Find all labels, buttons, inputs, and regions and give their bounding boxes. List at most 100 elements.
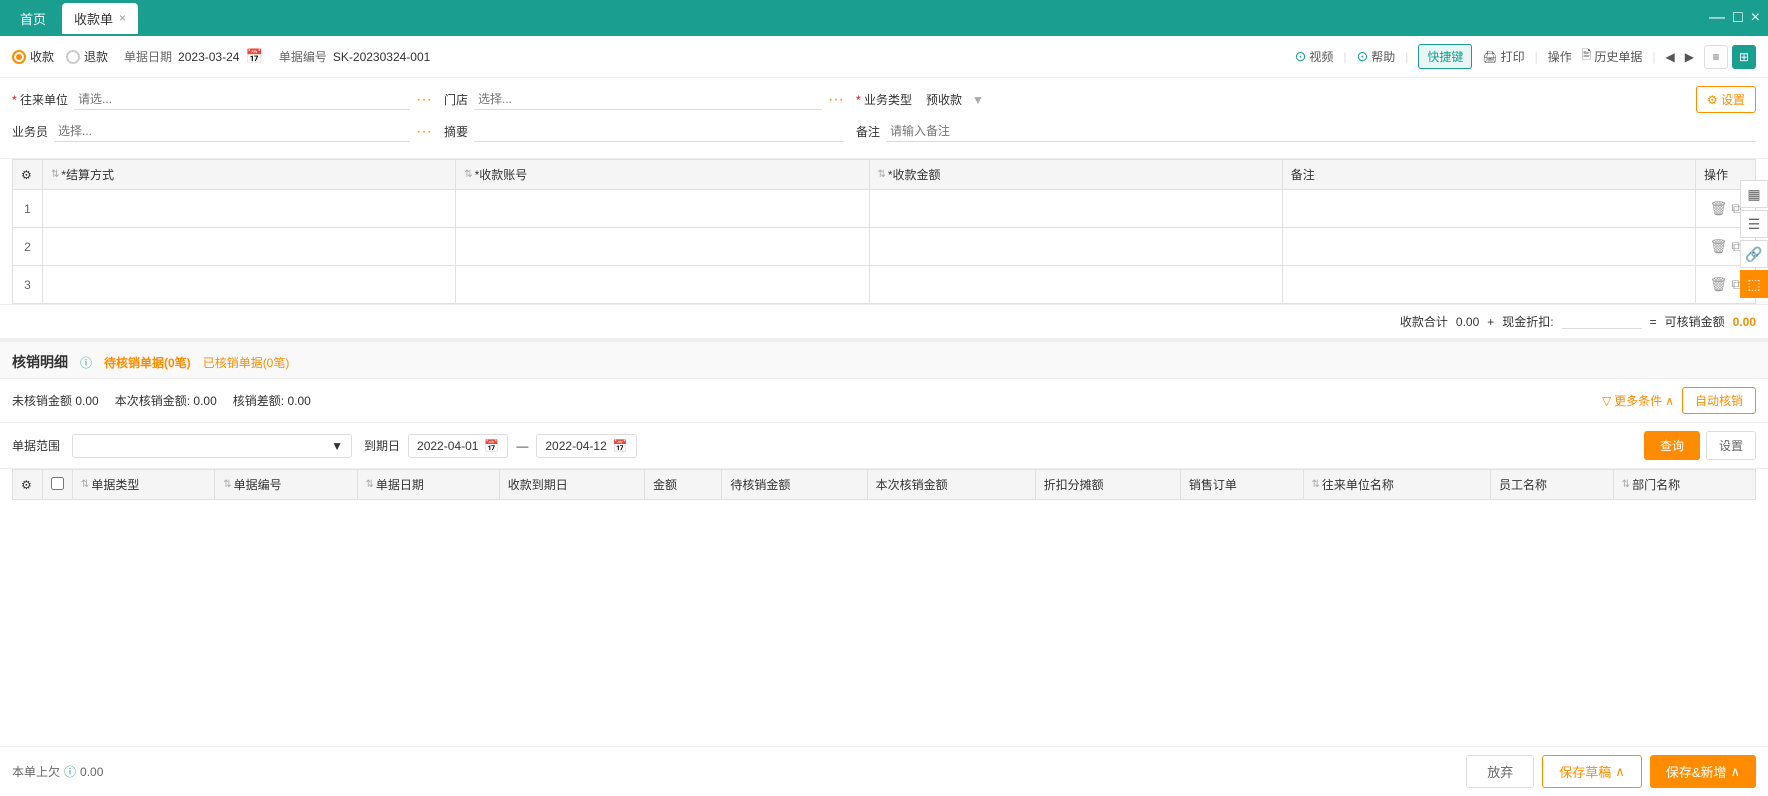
main-container: 收款 退款 单据日期 2023-03-24 📅 单据编号 SK-20230324… bbox=[0, 36, 1768, 796]
cell-amount-2[interactable] bbox=[869, 228, 1282, 266]
remark-input-1[interactable] bbox=[1283, 190, 1695, 227]
operate-btn[interactable]: 操作 bbox=[1548, 48, 1572, 65]
filter-row-right: 查询 设置 bbox=[1644, 431, 1756, 460]
biz-type-chevron-icon[interactable]: ▼ bbox=[972, 93, 984, 107]
row-num-2: 2 bbox=[13, 228, 43, 266]
settlement-input-2[interactable] bbox=[43, 228, 455, 265]
account-input-2[interactable] bbox=[456, 228, 868, 265]
summary-field: 摘要 bbox=[444, 121, 844, 142]
account-input-1[interactable] bbox=[456, 190, 868, 227]
auto-writeoff-btn[interactable]: 自动核销 bbox=[1682, 387, 1756, 414]
filter-select[interactable]: ▼ bbox=[72, 434, 352, 458]
delete-icon-2[interactable]: 🗑 bbox=[1710, 238, 1728, 255]
delete-icon-1[interactable]: 🗑 bbox=[1710, 200, 1728, 217]
right-panel-table-icon[interactable]: ▦ bbox=[1740, 180, 1768, 208]
cell-account-1[interactable] bbox=[456, 190, 869, 228]
settlement-input-1[interactable] bbox=[43, 190, 455, 227]
counterparty-more-icon[interactable]: ··· bbox=[416, 91, 432, 109]
save-draft-btn[interactable]: 保存草稿 ∧ bbox=[1542, 755, 1642, 788]
right-panel-link-icon[interactable]: 🔗 bbox=[1740, 240, 1768, 268]
cell-settlement-1[interactable] bbox=[43, 190, 456, 228]
bottom-col-gear[interactable]: ⚙ bbox=[13, 470, 43, 500]
right-panel-expand-icon[interactable]: ⬚ bbox=[1740, 270, 1768, 298]
abandon-btn[interactable]: 放弃 bbox=[1466, 755, 1534, 788]
amount-input-2[interactable] bbox=[870, 228, 1282, 265]
close-window-icon[interactable]: × bbox=[1751, 9, 1760, 27]
cell-remark-3[interactable] bbox=[1282, 266, 1695, 304]
history-btn[interactable]: 🖹 历史单据 bbox=[1582, 46, 1643, 67]
tab-home[interactable]: 首页 bbox=[8, 3, 58, 34]
date-to-calendar-icon[interactable]: 📅 bbox=[613, 439, 628, 453]
more-conditions-btn[interactable]: ▽ 更多条件 ∧ bbox=[1602, 392, 1674, 409]
date-to-value: 2022-04-12 bbox=[545, 439, 606, 453]
available-label: 可核销金额 bbox=[1665, 313, 1725, 330]
help-label: 帮助 bbox=[1371, 48, 1395, 65]
cell-remark-2[interactable] bbox=[1282, 228, 1695, 266]
account-input-3[interactable] bbox=[456, 266, 868, 303]
print-btn[interactable]: 🖨 打印 bbox=[1482, 48, 1524, 65]
col-gear[interactable]: ⚙ bbox=[13, 160, 43, 190]
col-remark: 备注 bbox=[1282, 160, 1695, 190]
footer-bar: 本单上欠 ⓘ 0.00 放弃 保存草稿 ∧ 保存&新增 ∧ bbox=[0, 746, 1768, 796]
radio-refund[interactable]: 退款 bbox=[66, 48, 108, 65]
date-to[interactable]: 2022-04-12 📅 bbox=[536, 434, 636, 458]
staff-label: 业务员 bbox=[12, 123, 48, 140]
amount-input-1[interactable] bbox=[870, 190, 1282, 227]
view-grid-btn[interactable]: ⊞ bbox=[1732, 45, 1756, 69]
save-new-btn[interactable]: 保存&新增 ∧ bbox=[1650, 755, 1756, 788]
available-value: 0.00 bbox=[1733, 315, 1756, 329]
delete-icon-3[interactable]: 🗑 bbox=[1710, 276, 1728, 293]
date-from-calendar-icon[interactable]: 📅 bbox=[484, 439, 499, 453]
settings-btn[interactable]: ⚙ 设置 bbox=[1696, 86, 1756, 113]
doc-number-value: SK-20230324-001 bbox=[333, 50, 430, 64]
tab-active[interactable]: 收款单 × bbox=[62, 3, 138, 34]
tab-close-icon[interactable]: × bbox=[119, 11, 126, 25]
nav-prev-btn[interactable]: ◀ bbox=[1666, 50, 1675, 64]
minimize-icon[interactable]: — bbox=[1709, 9, 1725, 27]
maximize-icon[interactable]: □ bbox=[1733, 9, 1743, 27]
bottom-col-checkbox[interactable] bbox=[43, 470, 73, 500]
discount-input[interactable] bbox=[1562, 314, 1642, 329]
cell-amount-1[interactable] bbox=[869, 190, 1282, 228]
right-panel-list-icon[interactable]: ☰ bbox=[1740, 210, 1768, 238]
calendar-icon[interactable]: 📅 bbox=[245, 48, 262, 65]
settlement-input-3[interactable] bbox=[43, 266, 455, 303]
staff-input[interactable] bbox=[54, 121, 410, 142]
doc-number-label: 单据编号 bbox=[279, 48, 327, 65]
store-more-icon[interactable]: ··· bbox=[828, 91, 844, 109]
cell-settlement-3[interactable] bbox=[43, 266, 456, 304]
cell-account-3[interactable] bbox=[456, 266, 869, 304]
cell-amount-3[interactable] bbox=[869, 266, 1282, 304]
date-from[interactable]: 2022-04-01 📅 bbox=[408, 434, 508, 458]
cell-account-2[interactable] bbox=[456, 228, 869, 266]
setting-sm-btn[interactable]: 设置 bbox=[1706, 431, 1756, 460]
footer-info-icon[interactable]: ⓘ bbox=[64, 763, 76, 780]
cell-remark-1[interactable] bbox=[1282, 190, 1695, 228]
remark-input-2[interactable] bbox=[1283, 228, 1695, 265]
amount-input-3[interactable] bbox=[870, 266, 1282, 303]
counterparty-field: * 往来单位 ··· bbox=[12, 89, 432, 110]
nav-next-btn[interactable]: ▶ bbox=[1685, 50, 1694, 64]
tab-pending[interactable]: 待核销单据(0笔) bbox=[104, 354, 191, 371]
col-settlement: ⇅*结算方式 bbox=[43, 160, 456, 190]
table-row: 1 🗑 ⧉ bbox=[13, 190, 1756, 228]
summary-input[interactable] bbox=[474, 121, 844, 142]
remark-input-3[interactable] bbox=[1283, 266, 1695, 303]
select-all-checkbox[interactable] bbox=[51, 477, 64, 490]
tab-bar: 首页 收款单 × — □ × bbox=[0, 0, 1768, 36]
video-btn[interactable]: ⊙ 视频 bbox=[1295, 48, 1334, 65]
staff-more-icon[interactable]: ··· bbox=[416, 123, 432, 141]
view-list-btn[interactable]: ≡ bbox=[1704, 45, 1728, 69]
radio-receipt[interactable]: 收款 bbox=[12, 48, 54, 65]
counterparty-input[interactable] bbox=[74, 89, 410, 110]
query-btn[interactable]: 查询 bbox=[1644, 431, 1700, 460]
date-value[interactable]: 2023-03-24 bbox=[178, 50, 239, 64]
writeoff-info-icon[interactable]: ⓘ bbox=[80, 354, 92, 371]
cell-settlement-2[interactable] bbox=[43, 228, 456, 266]
footer-info: 本单上欠 ⓘ 0.00 bbox=[12, 763, 103, 780]
store-input[interactable] bbox=[474, 89, 822, 110]
tab-done[interactable]: 已核销单据(0笔) bbox=[203, 354, 290, 371]
remark-input[interactable] bbox=[886, 121, 1756, 142]
shortcut-btn[interactable]: 快捷键 bbox=[1418, 44, 1472, 69]
help-btn[interactable]: ⊙ 帮助 bbox=[1356, 48, 1395, 65]
